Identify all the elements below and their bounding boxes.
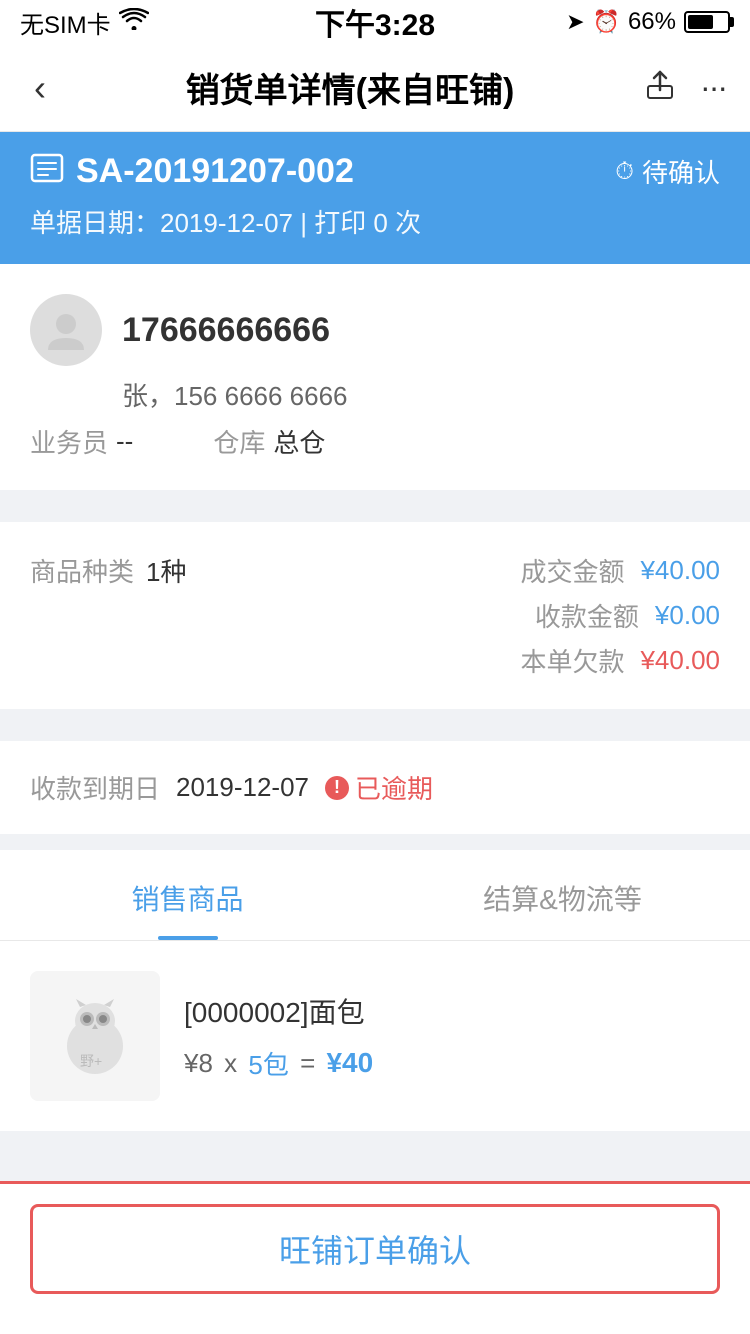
summary-section: 商品种类 1种 成交金额 ¥40.00 收款金额 ¥0.00 本单欠款 ¥40.… [0, 522, 750, 709]
debt-amount-value: ¥40.00 [640, 645, 720, 676]
svg-text:野+: 野+ [80, 1053, 102, 1069]
deal-amount-row: 成交金额 ¥40.00 [520, 552, 720, 589]
confirm-button[interactable]: 旺铺订单确认 [30, 1204, 720, 1294]
tab-sales-product[interactable]: 销售商品 [0, 850, 375, 940]
salesperson-label: 业务员 [30, 423, 108, 460]
product-price: ¥8 [184, 1048, 213, 1079]
order-date: 单据日期：2019-12-07 | 打印 0 次 [30, 203, 720, 240]
product-image: 野+ [30, 971, 160, 1101]
clock-icon: ⏱ [615, 158, 634, 186]
customer-contact: 张，156 6666 6666 [122, 376, 720, 413]
nav-bar: ‹ 销货单详情(来自旺铺) ··· [0, 44, 750, 132]
product-type-value: 1种 [146, 552, 186, 589]
tab-settlement[interactable]: 结算&物流等 [375, 850, 750, 940]
status-bar-time: 下午3:28 [315, 0, 435, 44]
salesperson-item: 业务员 -- [30, 423, 133, 460]
customer-meta: 业务员 -- 仓库 总仓 [30, 423, 720, 460]
debt-amount-label: 本单欠款 [520, 642, 624, 679]
overdue-text: 已逾期 [355, 769, 433, 806]
order-id-text: SA-20191207-002 [76, 152, 354, 191]
battery-percent: 66% [628, 8, 676, 36]
nav-actions: ··· [644, 68, 726, 108]
product-section: 野+ [0000002]面包 ¥8 x 5包 = ¥40 [0, 941, 750, 1131]
avatar [30, 294, 102, 366]
status-bar-right: ➤ ⏰ 66% [566, 8, 730, 36]
divider-1 [0, 506, 750, 522]
salesperson-value: -- [116, 426, 133, 457]
more-icon[interactable]: ··· [700, 69, 726, 106]
customer-section: 17666666666 张，156 6666 6666 业务员 -- 仓库 总仓 [0, 264, 750, 490]
due-label: 收款到期日 [30, 769, 160, 806]
product-placeholder: 野+ [50, 991, 140, 1081]
share-icon[interactable] [644, 68, 676, 108]
debt-amount-row: 本单欠款 ¥40.00 [520, 642, 720, 679]
back-button[interactable]: ‹ [24, 57, 56, 119]
product-info: [0000002]面包 ¥8 x 5包 = ¥40 [184, 991, 720, 1082]
order-icon [30, 153, 64, 191]
product-qty: 5包 [248, 1045, 288, 1082]
receipt-amount-value: ¥0.00 [655, 600, 720, 631]
summary-right: 成交金额 ¥40.00 收款金额 ¥0.00 本单欠款 ¥40.00 [520, 552, 720, 679]
status-bar: 无SIM卡 下午3:28 ➤ ⏰ 66% [0, 0, 750, 44]
order-id: SA-20191207-002 [30, 152, 354, 191]
tabs-section: 销售商品 结算&物流等 [0, 850, 750, 941]
product-equal: = [293, 1048, 323, 1079]
due-section: 收款到期日 2019-12-07 ! 已逾期 [0, 741, 750, 834]
overdue-badge: ! 已逾期 [325, 769, 433, 806]
warehouse-item: 仓库 总仓 [213, 423, 325, 460]
deal-amount-label: 成交金额 [520, 552, 624, 589]
receipt-amount-label: 收款金额 [535, 597, 639, 634]
status-text: 待确认 [642, 153, 720, 190]
warehouse-label: 仓库 [213, 423, 265, 460]
product-item: 野+ [0000002]面包 ¥8 x 5包 = ¥40 [30, 971, 720, 1101]
product-total: ¥40 [326, 1047, 373, 1079]
product-name: [0000002]面包 [184, 991, 720, 1031]
divider-3 [0, 834, 750, 850]
warehouse-value: 总仓 [273, 423, 325, 460]
page-title: 销货单详情(来自旺铺) [186, 63, 515, 112]
alarm-icon: ⏰ [593, 9, 620, 35]
divider-2 [0, 725, 750, 741]
customer-row: 17666666666 [30, 294, 720, 366]
product-type-label: 商品种类 [30, 552, 134, 589]
product-type-row: 商品种类 1种 [30, 552, 186, 589]
order-banner: SA-20191207-002 ⏱ 待确认 单据日期：2019-12-07 | … [0, 132, 750, 264]
product-multiply: x [217, 1048, 244, 1079]
receipt-amount-row: 收款金额 ¥0.00 [535, 597, 720, 634]
battery-icon [684, 11, 730, 33]
wifi-icon [119, 8, 149, 37]
order-banner-top: SA-20191207-002 ⏱ 待确认 [30, 152, 720, 191]
status-bar-left: 无SIM卡 [20, 5, 149, 40]
carrier-label: 无SIM卡 [20, 5, 111, 40]
order-status: ⏱ 待确认 [615, 153, 720, 190]
overdue-dot-icon: ! [325, 776, 349, 800]
bottom-action-bar: 旺铺订单确认 [0, 1181, 750, 1334]
product-price-row: ¥8 x 5包 = ¥40 [184, 1045, 720, 1082]
due-date-value: 2019-12-07 [176, 772, 309, 803]
summary-left: 商品种类 1种 [30, 552, 186, 589]
location-icon: ➤ [566, 9, 584, 35]
customer-phone: 17666666666 [122, 311, 330, 350]
deal-amount-value: ¥40.00 [640, 555, 720, 586]
